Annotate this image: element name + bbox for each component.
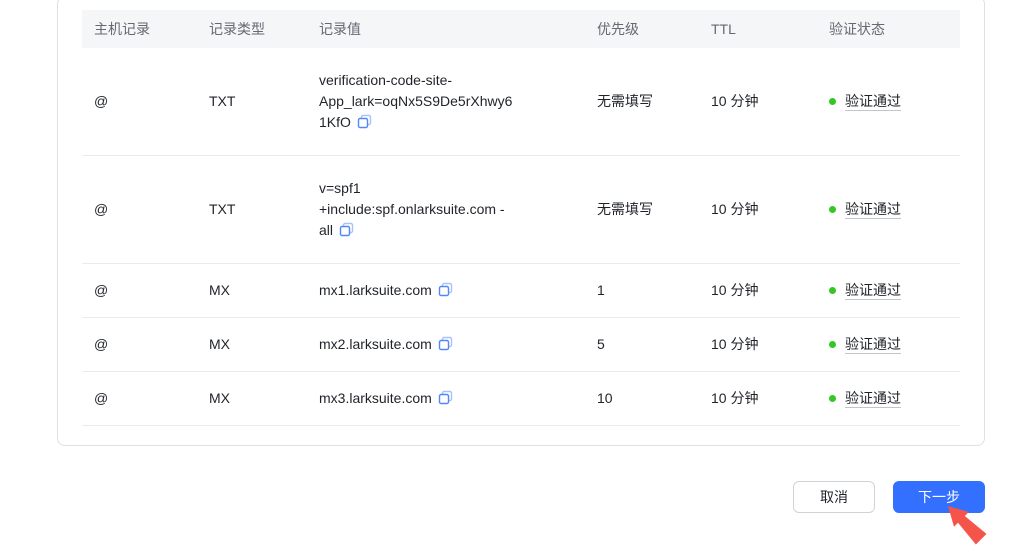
column-header-host: 主机记录: [82, 10, 197, 48]
record-value-cell: mx3.larksuite.com: [307, 371, 585, 426]
green-status-dot-icon: [829, 98, 836, 105]
host-record-cell: @: [82, 371, 197, 426]
copy-icon[interactable]: [438, 390, 453, 405]
green-status-dot-icon: [829, 341, 836, 348]
status-text[interactable]: 验证通过: [845, 201, 901, 219]
verification-status-cell: 验证通过: [817, 263, 960, 318]
status-text[interactable]: 验证通过: [845, 390, 901, 408]
verification-status-cell: 验证通过: [817, 371, 960, 426]
table-header-row: 主机记录 记录类型 记录值 优先级 TTL 验证状态: [82, 10, 960, 48]
record-type-cell: TXT: [197, 155, 307, 264]
column-header-status: 验证状态: [817, 10, 960, 48]
record-value-text: mx3.larksuite.com: [319, 390, 432, 406]
dns-record-row: @ MX mx3.larksuite.com 10 10 分钟 验证通过: [82, 371, 960, 426]
column-header-type: 记录类型: [197, 10, 307, 48]
table-body: @ TXT verification-code-site-App_lark=oq…: [82, 48, 960, 426]
dns-record-row: @ MX mx2.larksuite.com 5 10 分钟 验证通过: [82, 317, 960, 372]
ttl-cell: 10 分钟: [699, 48, 817, 156]
dns-records-table: 主机记录 记录类型 记录值 优先级 TTL 验证状态 @ TXT verific…: [82, 10, 960, 426]
column-header-ttl: TTL: [699, 10, 817, 48]
record-value-cell: v=spf1 +include:spf.onlarksuite.com -all: [307, 155, 585, 264]
copy-icon[interactable]: [339, 222, 354, 237]
record-type-cell: TXT: [197, 48, 307, 156]
priority-cell: 无需填写: [585, 155, 699, 264]
verification-status-cell: 验证通过: [817, 48, 960, 156]
ttl-cell: 10 分钟: [699, 155, 817, 264]
dns-record-row: @ MX mx1.larksuite.com 1 10 分钟 验证通过: [82, 263, 960, 318]
host-record-cell: @: [82, 263, 197, 318]
priority-cell: 无需填写: [585, 48, 699, 156]
priority-cell: 10: [585, 371, 699, 426]
ttl-cell: 10 分钟: [699, 263, 817, 318]
cancel-button[interactable]: 取消: [793, 481, 875, 513]
priority-cell: 1: [585, 263, 699, 318]
column-header-value: 记录值: [307, 10, 585, 48]
ttl-cell: 10 分钟: [699, 371, 817, 426]
green-status-dot-icon: [829, 287, 836, 294]
host-record-cell: @: [82, 48, 197, 156]
copy-icon[interactable]: [438, 282, 453, 297]
record-value-text: verification-code-site-App_lark=oqNx5S9D…: [319, 72, 513, 130]
green-status-dot-icon: [829, 206, 836, 213]
verification-status-cell: 验证通过: [817, 317, 960, 372]
record-value-cell: verification-code-site-App_lark=oqNx5S9D…: [307, 48, 585, 156]
record-type-cell: MX: [197, 317, 307, 372]
record-value-text: mx2.larksuite.com: [319, 336, 432, 352]
record-type-cell: MX: [197, 371, 307, 426]
green-status-dot-icon: [829, 395, 836, 402]
record-value-text: mx1.larksuite.com: [319, 282, 432, 298]
record-value-cell: mx1.larksuite.com: [307, 263, 585, 318]
status-text[interactable]: 验证通过: [845, 93, 901, 111]
verification-status-cell: 验证通过: [817, 155, 960, 264]
dns-record-row: @ TXT v=spf1 +include:spf.onlarksuite.co…: [82, 155, 960, 264]
next-step-button[interactable]: 下一步: [893, 481, 985, 513]
record-type-cell: MX: [197, 263, 307, 318]
ttl-cell: 10 分钟: [699, 317, 817, 372]
priority-cell: 5: [585, 317, 699, 372]
record-value-cell: mx2.larksuite.com: [307, 317, 585, 372]
status-text[interactable]: 验证通过: [845, 282, 901, 300]
host-record-cell: @: [82, 155, 197, 264]
dns-record-row: @ TXT verification-code-site-App_lark=oq…: [82, 48, 960, 156]
copy-icon[interactable]: [438, 336, 453, 351]
host-record-cell: @: [82, 317, 197, 372]
dns-records-card: 主机记录 记录类型 记录值 优先级 TTL 验证状态 @ TXT verific…: [57, 0, 985, 446]
status-text[interactable]: 验证通过: [845, 336, 901, 354]
copy-icon[interactable]: [357, 114, 372, 129]
column-header-priority: 优先级: [585, 10, 699, 48]
